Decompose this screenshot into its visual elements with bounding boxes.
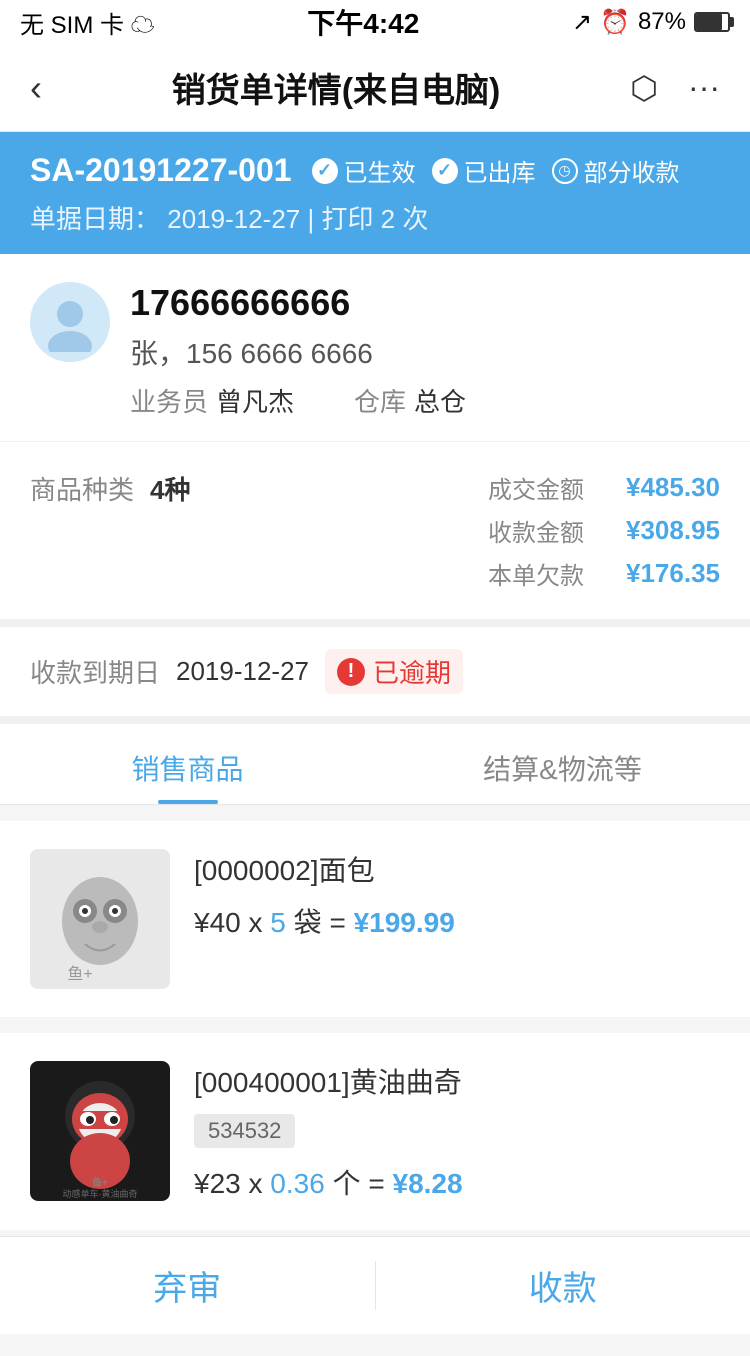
product-multiply-1: x: [249, 907, 271, 938]
amount-row-total: 成交金额 ¥485.30: [464, 470, 720, 505]
product-item-1: 鱼+ [0000002]面包 ¥40 x 5 袋 = ¥199.99: [0, 821, 750, 1017]
cancel-button[interactable]: 弃审: [0, 1261, 376, 1310]
order-id: SA-20191227-001: [30, 152, 292, 189]
summary-left: 商品种类 4种: [30, 470, 190, 507]
amount-label: 成交金额: [464, 470, 584, 505]
bottom-bar: 弃审 收款: [0, 1236, 750, 1334]
confirm-button[interactable]: 收款: [376, 1261, 750, 1310]
overdue-badge: ! 已逾期: [325, 649, 463, 694]
product-info-1: [0000002]面包 ¥40 x 5 袋 = ¥199.99: [194, 849, 720, 941]
tabs-section: 销售商品 结算&物流等: [0, 724, 750, 805]
product-qty-1: 5: [270, 907, 286, 938]
salesperson-label: 业务员: [130, 382, 208, 419]
warehouse-label: 仓库: [354, 382, 406, 419]
customer-phone-number: 17666666666: [130, 282, 720, 324]
product-item-2: 鱼+ 动感单车·黄油曲奇 [000400001]黄油曲奇 534532 ¥23 …: [0, 1033, 750, 1230]
badge-activated-label: 已生效: [344, 153, 416, 188]
due-date-label: 收款到期日: [30, 653, 160, 690]
owed-value: ¥176.35: [600, 558, 720, 589]
summary-section: 商品种类 4种 成交金额 ¥485.30 收款金额 ¥308.95 本单欠款 ¥…: [0, 442, 750, 627]
battery-icon: [694, 12, 730, 32]
overdue-text: 已逾期: [373, 653, 451, 690]
product-qty-2: 0.36: [270, 1168, 325, 1199]
tab-products-label: 销售商品: [131, 754, 243, 785]
customer-info: 17666666666 张，156 6666 6666 业务员 曾凡杰 仓库 总…: [130, 282, 720, 419]
status-bar-time: 下午4:42: [307, 2, 419, 42]
product-image-1: 鱼+: [30, 849, 170, 989]
overdue-icon: !: [337, 658, 365, 686]
product-name-2: [000400001]黄油曲奇: [194, 1061, 720, 1101]
svg-text:动感单车·黄油曲奇: 动感单车·黄油曲奇: [63, 1188, 138, 1199]
summary-right: 成交金额 ¥485.30 收款金额 ¥308.95 本单欠款 ¥176.35: [464, 470, 720, 591]
tab-products[interactable]: 销售商品: [0, 724, 375, 804]
more-icon[interactable]: ···: [688, 69, 720, 106]
product-equals-2: =: [368, 1168, 392, 1199]
page-title: 销货单详情(来自电脑): [172, 63, 501, 112]
check-icon-2: ✓: [432, 158, 458, 184]
product-price-1: ¥40: [194, 907, 241, 938]
customer-name-phone: 张，156 6666 6666: [130, 332, 720, 372]
amount-row-owed: 本单欠款 ¥176.35: [464, 556, 720, 591]
warehouse-item: 仓库 总仓: [354, 382, 466, 419]
customer-avatar: [30, 282, 110, 362]
clock-icon: ◷: [552, 158, 578, 184]
due-date-section: 收款到期日 2019-12-27 ! 已逾期: [0, 627, 750, 724]
order-header-row2: 单据日期： 2019-12-27 | 打印 2 次: [30, 199, 720, 236]
status-badges: ✓ 已生效 ✓ 已出库 ◷ 部分收款: [312, 153, 680, 188]
svg-text:鱼+: 鱼+: [67, 965, 92, 983]
product-image-2: 鱼+ 动感单车·黄油曲奇: [30, 1061, 170, 1201]
nav-bar: ‹ 销货单详情(来自电脑) ⬡ ···: [0, 44, 750, 132]
sim-text: 无 SIM 卡 ☁: [20, 5, 155, 40]
product-tag-2: 534532: [194, 1114, 295, 1148]
badge-activated: ✓ 已生效: [312, 153, 416, 188]
salesperson-item: 业务员 曾凡杰: [130, 382, 294, 419]
alarm-icon: ⏰: [600, 8, 630, 37]
amount-row-received: 收款金额 ¥308.95: [464, 513, 720, 548]
nav-actions: ⬡ ···: [630, 69, 720, 107]
order-header-row1: SA-20191227-001 ✓ 已生效 ✓ 已出库 ◷ 部分收款: [30, 152, 720, 189]
badge-partial-payment: ◷ 部分收款: [552, 153, 680, 188]
salesperson-name: 曾凡杰: [216, 382, 294, 419]
received-label: 收款金额: [464, 513, 584, 548]
customer-meta: 业务员 曾凡杰 仓库 总仓: [130, 382, 720, 419]
product-unit-2: 个: [333, 1168, 361, 1199]
owed-label: 本单欠款: [464, 556, 584, 591]
back-button[interactable]: ‹: [30, 67, 42, 109]
received-value: ¥308.95: [600, 515, 720, 546]
status-bar-right: ↗ ⏰ 87%: [572, 8, 730, 37]
badge-shipped: ✓ 已出库: [432, 153, 536, 188]
check-icon-1: ✓: [312, 158, 338, 184]
badge-shipped-label: 已出库: [464, 153, 536, 188]
product-info-2: [000400001]黄油曲奇 534532 ¥23 x 0.36 个 = ¥8…: [194, 1061, 720, 1202]
amount-value: ¥485.30: [600, 472, 720, 503]
product-price-2: ¥23: [194, 1168, 241, 1199]
location-icon: ↗: [572, 8, 592, 37]
product-multiply-2: x: [249, 1168, 271, 1199]
product-unit-1: 袋: [294, 907, 322, 938]
product-price-row-1: ¥40 x 5 袋 = ¥199.99: [194, 901, 720, 941]
status-bar: 无 SIM 卡 ☁ 下午4:42 ↗ ⏰ 87%: [0, 0, 750, 44]
product-total-2: ¥8.28: [393, 1168, 463, 1199]
product-total-1: ¥199.99: [354, 907, 455, 938]
badge-partial-label: 部分收款: [584, 153, 680, 188]
order-date: 2019-12-27: [167, 204, 300, 234]
product-price-row-2: ¥23 x 0.36 个 = ¥8.28: [194, 1162, 720, 1202]
share-icon[interactable]: ⬡: [630, 69, 658, 107]
product-equals-1: =: [329, 907, 353, 938]
date-label: 单据日期：: [30, 204, 160, 234]
tab-settlement-label: 结算&物流等: [483, 754, 642, 785]
status-bar-left: 无 SIM 卡 ☁: [20, 5, 155, 40]
svg-text:鱼+: 鱼+: [92, 1176, 108, 1189]
customer-section: 17666666666 张，156 6666 6666 业务员 曾凡杰 仓库 总…: [0, 254, 750, 442]
warehouse-name: 总仓: [414, 382, 466, 419]
type-label: 商品种类: [30, 470, 134, 507]
due-date-value: 2019-12-27: [176, 656, 309, 687]
order-header: SA-20191227-001 ✓ 已生效 ✓ 已出库 ◷ 部分收款 单据日期：…: [0, 132, 750, 254]
tab-settlement[interactable]: 结算&物流等: [375, 724, 750, 804]
product-name-1: [0000002]面包: [194, 849, 720, 889]
battery-text: 87%: [638, 8, 686, 36]
type-count: 4种: [150, 470, 190, 507]
print-info: | 打印 2 次: [307, 204, 428, 234]
